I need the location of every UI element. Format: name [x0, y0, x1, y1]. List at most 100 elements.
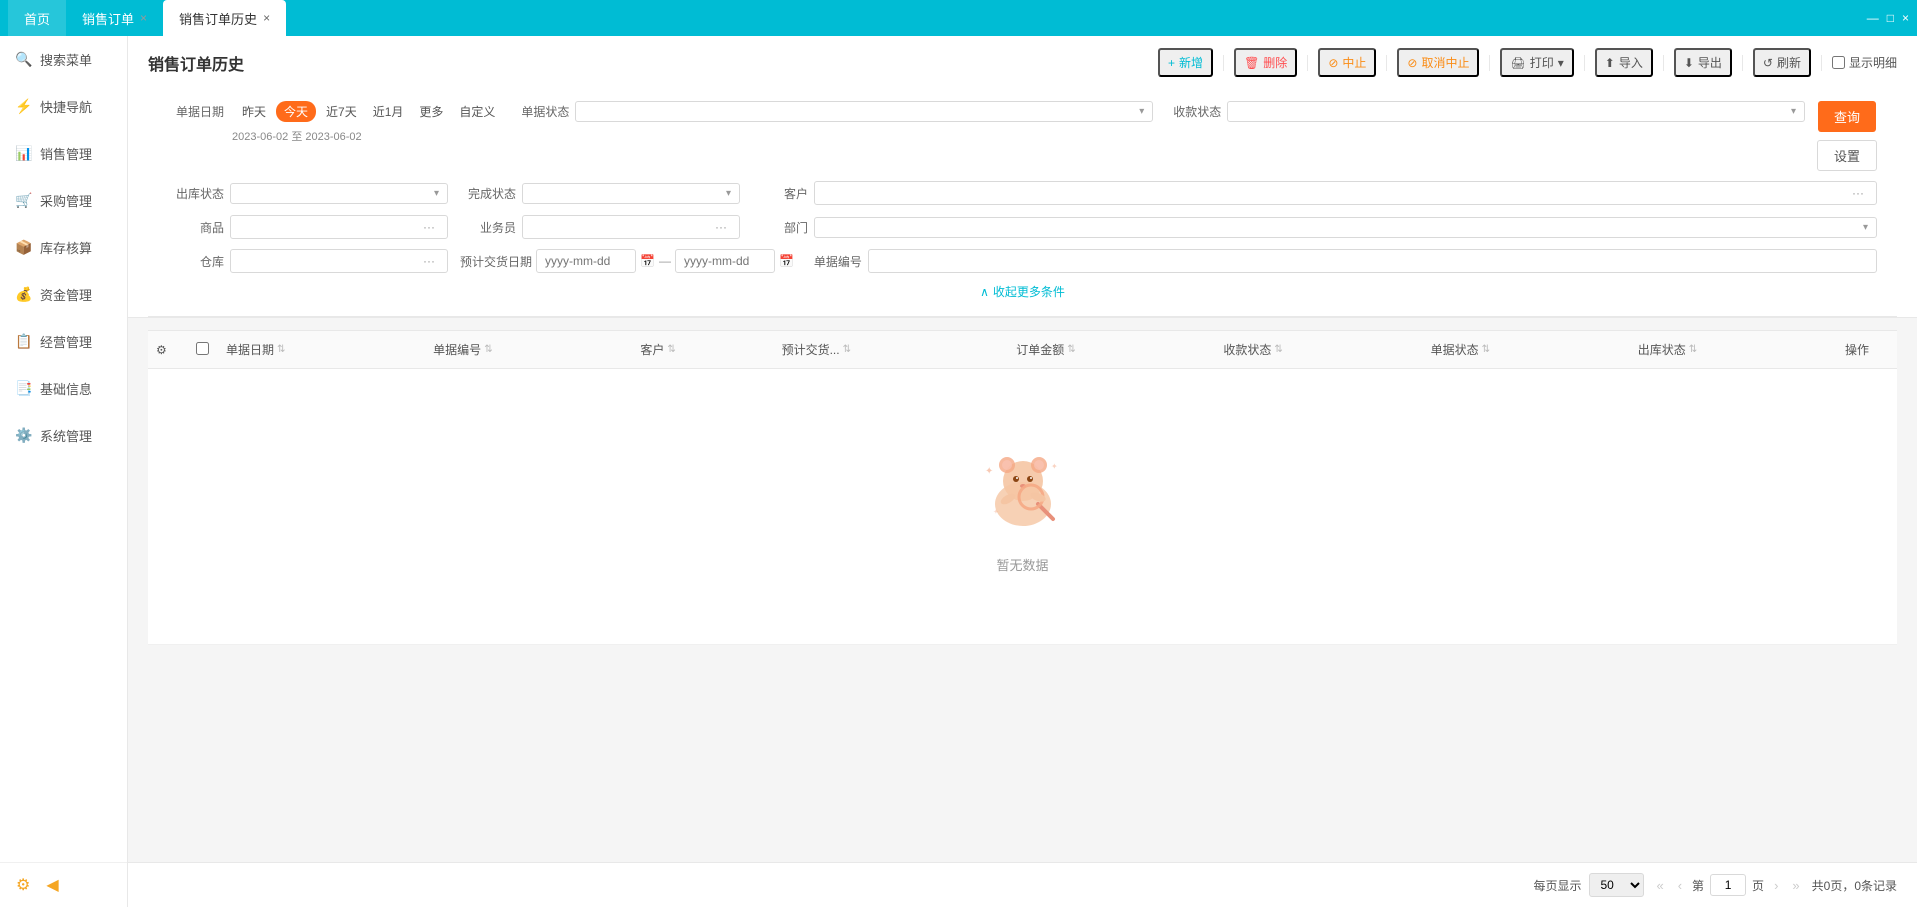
toolbar: + 新增 🗑 删除 ⊘ 中止 ⊘	[1158, 48, 1897, 77]
sidebar-item-purchase-mgmt[interactable]: 🛒 采购管理	[0, 177, 127, 224]
select-all-checkbox[interactable]	[196, 342, 209, 355]
department-select[interactable]: ▾	[814, 217, 1877, 238]
delete-button[interactable]: 🗑 删除	[1234, 48, 1297, 77]
sidebar-item-sales-mgmt[interactable]: 📊 销售管理	[0, 130, 127, 177]
th-order-status-label: 单据状态	[1431, 341, 1479, 358]
sidebar-item-quick-nav-label: 快捷导航	[40, 97, 92, 116]
th-customer-sort[interactable]: 客户 ⇅	[640, 341, 765, 358]
salesperson-dots-icon[interactable]: ···	[711, 220, 731, 234]
date-btn-more[interactable]: 更多	[413, 101, 449, 122]
receipt-status-arrow-icon: ▾	[1791, 106, 1796, 117]
table-settings-icon[interactable]: ⚙	[156, 343, 167, 357]
goods-dots-icon[interactable]: ···	[419, 220, 439, 234]
date-btn-yesterday[interactable]: 昨天	[236, 101, 272, 122]
display-detail-checkbox[interactable]	[1832, 56, 1845, 69]
receipt-status-select[interactable]: ▾	[1227, 101, 1805, 122]
empty-text: 暂无数据	[996, 555, 1048, 574]
page-size-select[interactable]: 20 50 100	[1589, 873, 1644, 897]
th-delivery-label: 预计交货...	[782, 341, 840, 358]
tab-sales-order-close[interactable]: ×	[140, 11, 147, 25]
import-button[interactable]: ⬆ 导入	[1595, 48, 1653, 77]
goods-select[interactable]: ···	[230, 215, 448, 239]
th-receipt-status-sort[interactable]: 收款状态 ⇅	[1223, 341, 1414, 358]
delivery-date-start-input[interactable]	[536, 249, 636, 273]
customer-select[interactable]: ···	[814, 181, 1877, 205]
window-close[interactable]: ×	[1902, 11, 1909, 25]
calendar-end-icon[interactable]: 📅	[779, 254, 794, 268]
th-date-sort[interactable]: 单据日期 ⇅	[226, 341, 417, 358]
refresh-button[interactable]: ↺ 刷新	[1753, 48, 1811, 77]
query-button[interactable]: 查询	[1818, 101, 1876, 132]
new-button[interactable]: + 新增	[1158, 48, 1213, 77]
current-page-input[interactable]	[1710, 874, 1746, 896]
tab-sales-order-history[interactable]: 销售订单历史 ×	[163, 0, 286, 36]
tab-sales-order-history-label: 销售订单历史	[179, 9, 257, 28]
window-maximize[interactable]: □	[1887, 11, 1894, 25]
inventory-icon: 📦	[16, 240, 32, 256]
tabs-area: 首页 销售订单 × 销售订单历史 ×	[8, 0, 286, 36]
filter-area: 单据日期 昨天 今天 近7天 近1月 更多 自定义 2023-06-	[148, 89, 1897, 317]
order-number-input[interactable]	[868, 249, 1877, 273]
sidebar-item-inventory[interactable]: 📦 库存核算	[0, 224, 127, 271]
cancel-stop-button[interactable]: ⊘ 取消中止	[1397, 48, 1479, 77]
empty-state-cell: ✦ ✦ ✦ 暂无数据	[148, 369, 1897, 645]
date-btn-today[interactable]: 今天	[276, 101, 316, 122]
settings-button[interactable]: 设置	[1817, 140, 1877, 171]
table-head: ⚙ 单据日期 ⇅ 单据编号	[148, 331, 1897, 369]
tab-sales-order[interactable]: 销售订单 ×	[66, 0, 163, 36]
prev-page-button[interactable]: ‹	[1674, 876, 1686, 895]
table-header-row: ⚙ 单据日期 ⇅ 单据编号	[148, 331, 1897, 369]
stop-label: 中止	[1342, 54, 1366, 71]
print-button[interactable]: 🖨 打印 ▾	[1500, 48, 1573, 77]
search-menu-icon: 🔍	[16, 52, 32, 68]
th-date: 单据日期 ⇅	[218, 331, 425, 369]
first-page-button[interactable]: «	[1652, 876, 1667, 895]
sidebar-item-search-menu[interactable]: 🔍 搜索菜单	[0, 36, 127, 83]
th-out-status-sort[interactable]: 出库状态 ⇅	[1638, 341, 1829, 358]
filter-item-customer: 客户 ···	[752, 181, 1877, 205]
stop-button[interactable]: ⊘ 中止	[1318, 48, 1376, 77]
warehouse-select[interactable]: ···	[230, 249, 448, 273]
date-label: 单据日期	[168, 103, 224, 120]
sidebar-item-system[interactable]: ⚙️ 系统管理	[0, 412, 127, 459]
th-number-sort-icon: ⇅	[484, 344, 492, 355]
order-status-select[interactable]: ▾	[575, 101, 1153, 122]
date-btn-custom[interactable]: 自定义	[453, 101, 501, 122]
filter-row-date: 单据日期 昨天 今天 近7天 近1月 更多 自定义	[168, 101, 501, 122]
date-btn-1month[interactable]: 近1月	[367, 101, 410, 122]
complete-status-select[interactable]: ▾	[522, 183, 740, 204]
sidebar-settings-icon[interactable]: ⚙	[16, 875, 30, 895]
delivery-date-end-input[interactable]	[675, 249, 775, 273]
display-detail-toggle[interactable]: 显示明细	[1832, 54, 1897, 71]
sidebar-item-basic-info[interactable]: 📑 基础信息	[0, 365, 127, 412]
tab-sales-order-history-close[interactable]: ×	[263, 11, 270, 25]
sidebar-item-operations[interactable]: 📋 经营管理	[0, 318, 127, 365]
salesperson-select[interactable]: ···	[522, 215, 740, 239]
last-page-button[interactable]: »	[1788, 876, 1803, 895]
th-number-sort[interactable]: 单据编号 ⇅	[433, 341, 624, 358]
date-btn-7days[interactable]: 近7天	[320, 101, 363, 122]
divider-1	[1223, 55, 1224, 71]
refresh-label: 刷新	[1777, 54, 1801, 71]
th-order-status-sort[interactable]: 单据状态 ⇅	[1431, 341, 1622, 358]
out-status-select[interactable]: ▾	[230, 183, 448, 204]
collapse-filters-button[interactable]: ∧ 收起更多条件	[168, 279, 1877, 304]
content-area: 销售订单历史 + 新增 🗑 删除 ⊘ 中止	[128, 36, 1917, 907]
order-number-label: 单据编号	[806, 253, 862, 270]
th-amount-sort-icon: ⇅	[1067, 344, 1075, 355]
sidebar-item-quick-nav[interactable]: ⚡ 快捷导航	[0, 83, 127, 130]
customer-dots-icon[interactable]: ···	[1848, 186, 1868, 200]
calendar-start-icon[interactable]: 📅	[640, 254, 655, 268]
tab-home[interactable]: 首页	[8, 0, 66, 36]
th-amount-sort[interactable]: 订单金额 ⇅	[1016, 341, 1207, 358]
window-minimize[interactable]: —	[1867, 11, 1879, 25]
export-icon: ⬇	[1684, 56, 1694, 70]
th-delivery-sort[interactable]: 预计交货... ⇅	[782, 341, 1001, 358]
sidebar-collapse-icon[interactable]: ◀	[46, 875, 58, 895]
page-title-row: 销售订单历史 + 新增 🗑 删除 ⊘ 中止	[148, 48, 1897, 77]
sidebar-item-finance[interactable]: 💰 资金管理	[0, 271, 127, 318]
customer-label: 客户	[752, 185, 808, 202]
warehouse-dots-icon[interactable]: ···	[419, 254, 439, 268]
next-page-button[interactable]: ›	[1770, 876, 1782, 895]
export-button[interactable]: ⬇ 导出	[1674, 48, 1732, 77]
